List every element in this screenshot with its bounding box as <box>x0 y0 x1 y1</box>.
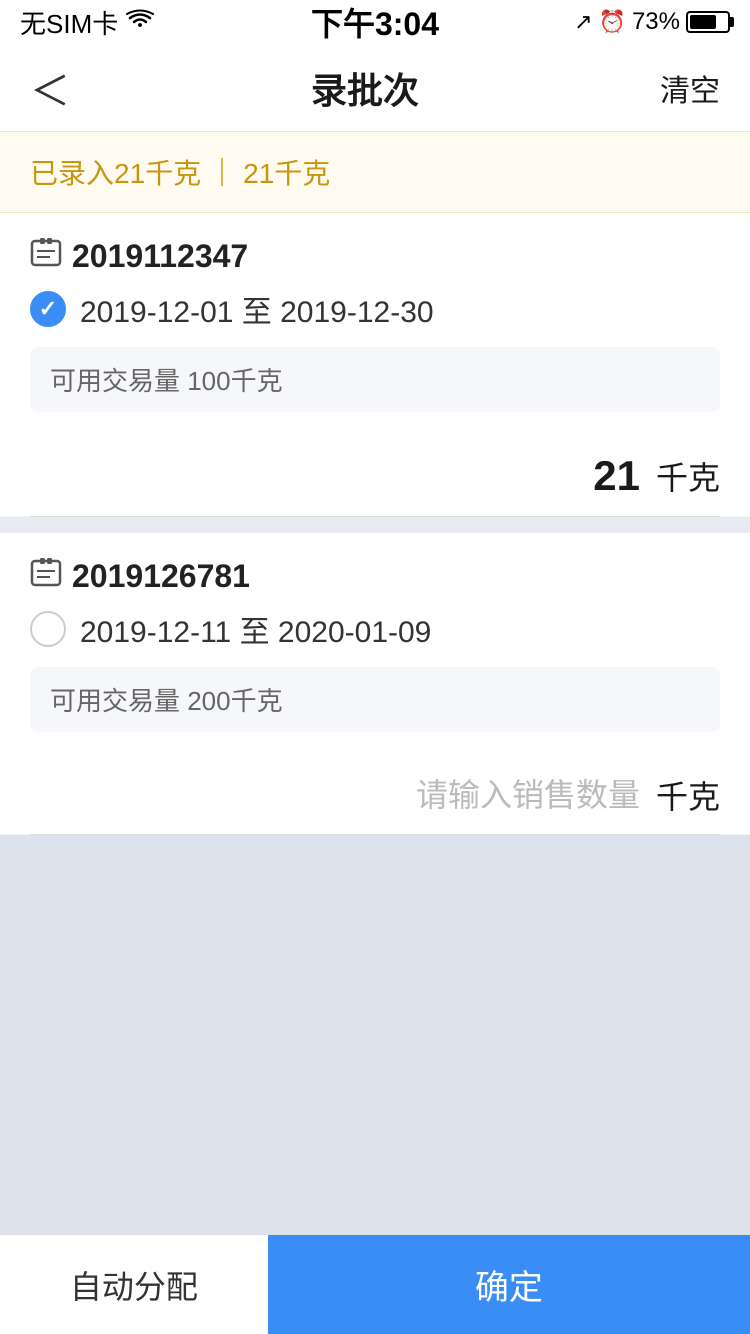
bottom-bar: 自动分配 确定 <box>0 1234 750 1334</box>
summary-recorded: 已录入21千克 <box>30 152 201 192</box>
carrier-text: 无SIM卡 <box>20 4 118 41</box>
batch-1-id: 2019112347 <box>72 238 248 275</box>
batch-1-quantity-row: 21 千克 <box>0 432 750 516</box>
auto-distribute-button[interactable]: 自动分配 <box>0 1235 268 1334</box>
batch-2-radio[interactable] <box>30 611 66 647</box>
batch-2-available: 可用交易量 200千克 <box>30 667 720 732</box>
batch-1-available: 可用交易量 100千克 <box>30 347 720 412</box>
content-area: 2019112347 2019-12-01 至 2019-12-30 可用交易量… <box>0 213 750 1234</box>
batch-2-quantity-row[interactable]: 千克 <box>0 752 750 834</box>
status-left: 无SIM卡 <box>20 4 154 41</box>
batch-2-header: 2019126781 <box>30 557 720 595</box>
batch-2-quantity-unit: 千克 <box>656 772 720 818</box>
batch-2-icon <box>30 557 62 595</box>
quantity-input[interactable] <box>380 777 640 814</box>
back-button[interactable]: ＜ <box>30 59 70 117</box>
batch-1-header: 2019112347 <box>30 237 720 275</box>
summary-total: 21千克 <box>243 152 330 192</box>
section-gap <box>0 517 750 533</box>
batch-1-quantity-unit: 千克 <box>656 453 720 499</box>
location-icon: ↗ <box>574 9 592 35</box>
batch-1-icon <box>30 237 62 275</box>
status-right: ↗ ⏰ 73% <box>574 8 730 36</box>
empty-area <box>0 835 750 1234</box>
summary-banner: 已录入21千克 21千克 <box>0 132 750 213</box>
page-title: 录批次 <box>311 62 419 114</box>
wifi-icon <box>126 7 154 38</box>
batch-2-date: 2019-12-11 至 2020-01-09 <box>80 607 431 651</box>
batch-2-date-row[interactable]: 2019-12-11 至 2020-01-09 <box>30 607 720 651</box>
time-display: 下午3:04 <box>311 0 439 45</box>
summary-divider <box>221 158 223 186</box>
batch-card-1: 2019112347 2019-12-01 至 2019-12-30 可用交易量… <box>0 213 750 432</box>
batch-1-date-row[interactable]: 2019-12-01 至 2019-12-30 <box>30 287 720 331</box>
batch-1-quantity-value: 21 <box>593 452 640 500</box>
batch-1-date: 2019-12-01 至 2019-12-30 <box>80 287 434 331</box>
batch-1-radio[interactable] <box>30 291 66 327</box>
battery-percent: 73% <box>632 8 680 36</box>
clear-button[interactable]: 清空 <box>660 66 720 110</box>
batch-2-id: 2019126781 <box>72 558 250 595</box>
status-bar: 无SIM卡 下午3:04 ↗ ⏰ 73% <box>0 0 750 44</box>
alarm-icon: ⏰ <box>599 9 626 35</box>
confirm-button[interactable]: 确定 <box>268 1235 750 1334</box>
nav-bar: ＜ 录批次 清空 <box>0 44 750 132</box>
batch-card-2: 2019126781 2019-12-11 至 2020-01-09 可用交易量… <box>0 533 750 752</box>
battery-icon <box>686 11 730 33</box>
